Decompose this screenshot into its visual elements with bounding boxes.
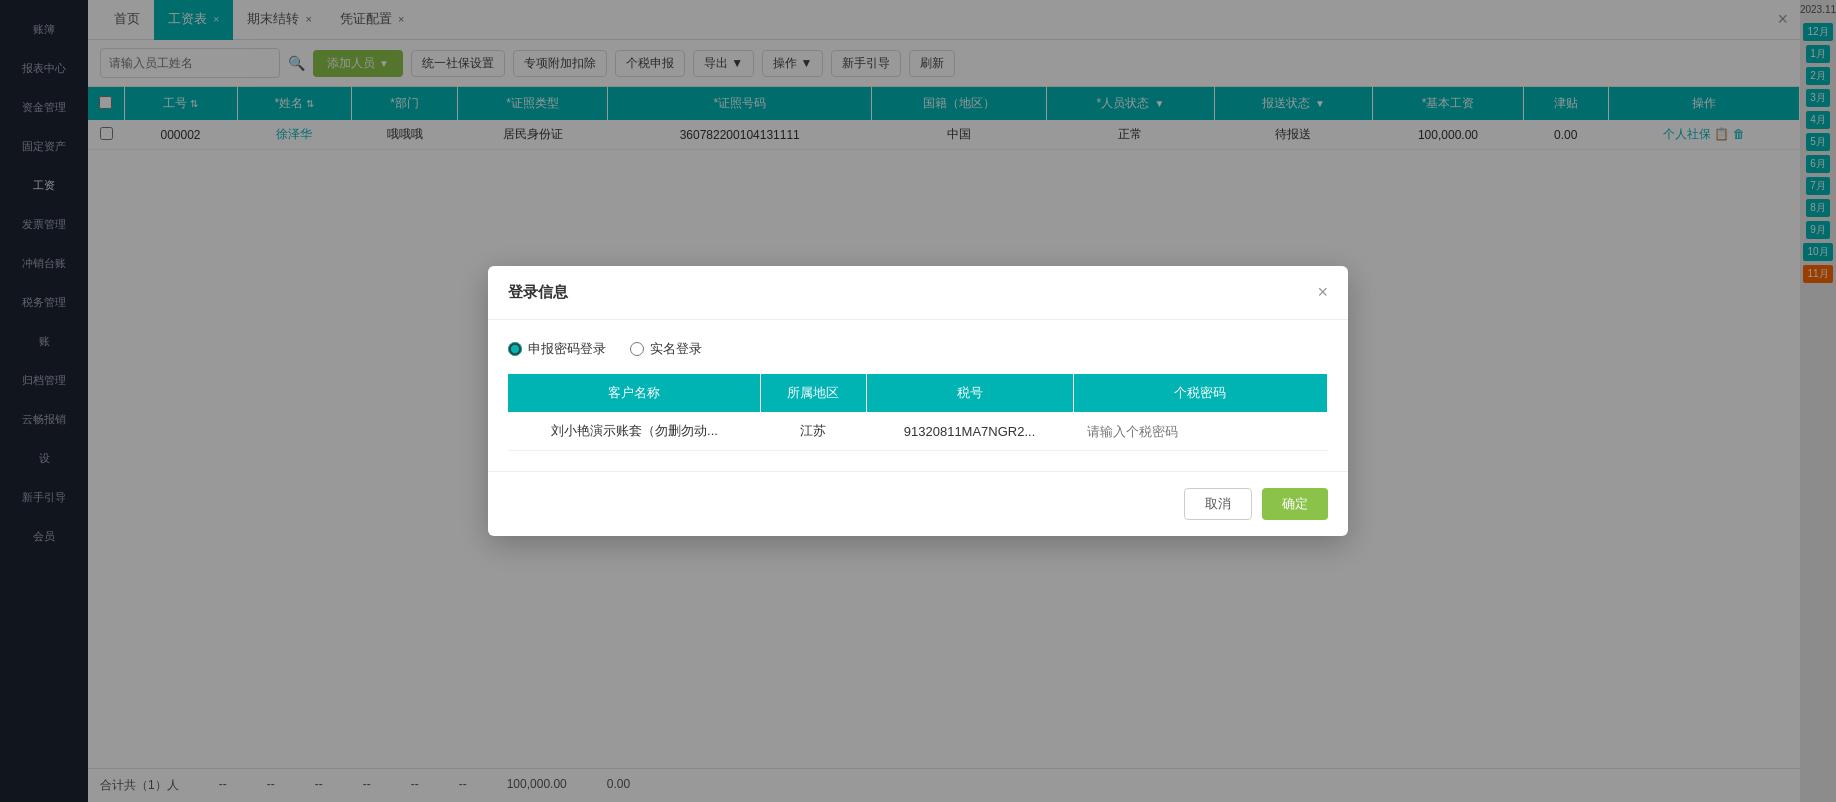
dialog-footer: 取消 确定 xyxy=(488,471,1348,536)
dialog-title: 登录信息 xyxy=(508,283,568,302)
col-tax-id: 税号 xyxy=(866,374,1073,412)
col-client-name: 客户名称 xyxy=(508,374,761,412)
cancel-button[interactable]: 取消 xyxy=(1184,488,1252,520)
dialog-overlay: 登录信息 × 申报密码登录 实名登录 客户名称 所属地区 xyxy=(0,0,1836,802)
confirm-button[interactable]: 确定 xyxy=(1262,488,1328,520)
radio-realname-login[interactable]: 实名登录 xyxy=(630,340,702,358)
radio-realname-input[interactable] xyxy=(630,342,644,356)
cell-client-name: 刘小艳演示账套（勿删勿动... xyxy=(508,412,761,451)
cell-region: 江苏 xyxy=(761,412,866,451)
dialog-close-button[interactable]: × xyxy=(1317,282,1328,303)
cell-tax-id: 91320811MA7NGR2... xyxy=(866,412,1073,451)
radio-password-login[interactable]: 申报密码登录 xyxy=(508,340,606,358)
dialog-body: 申报密码登录 实名登录 客户名称 所属地区 税号 个税密码 xyxy=(488,320,1348,471)
login-dialog: 登录信息 × 申报密码登录 实名登录 客户名称 所属地区 xyxy=(488,266,1348,536)
tax-password-input[interactable] xyxy=(1087,424,1313,439)
radio-password-input[interactable] xyxy=(508,342,522,356)
col-tax-password: 个税密码 xyxy=(1073,374,1327,412)
col-region: 所属地区 xyxy=(761,374,866,412)
dialog-header: 登录信息 × xyxy=(488,266,1348,320)
client-table: 客户名称 所属地区 税号 个税密码 刘小艳演示账套（勿删勿动... 江苏 913… xyxy=(508,374,1328,451)
client-table-row: 刘小艳演示账套（勿删勿动... 江苏 91320811MA7NGR2... xyxy=(508,412,1328,451)
cell-tax-password[interactable] xyxy=(1073,412,1327,451)
login-type-radio-group: 申报密码登录 实名登录 xyxy=(508,340,1328,358)
